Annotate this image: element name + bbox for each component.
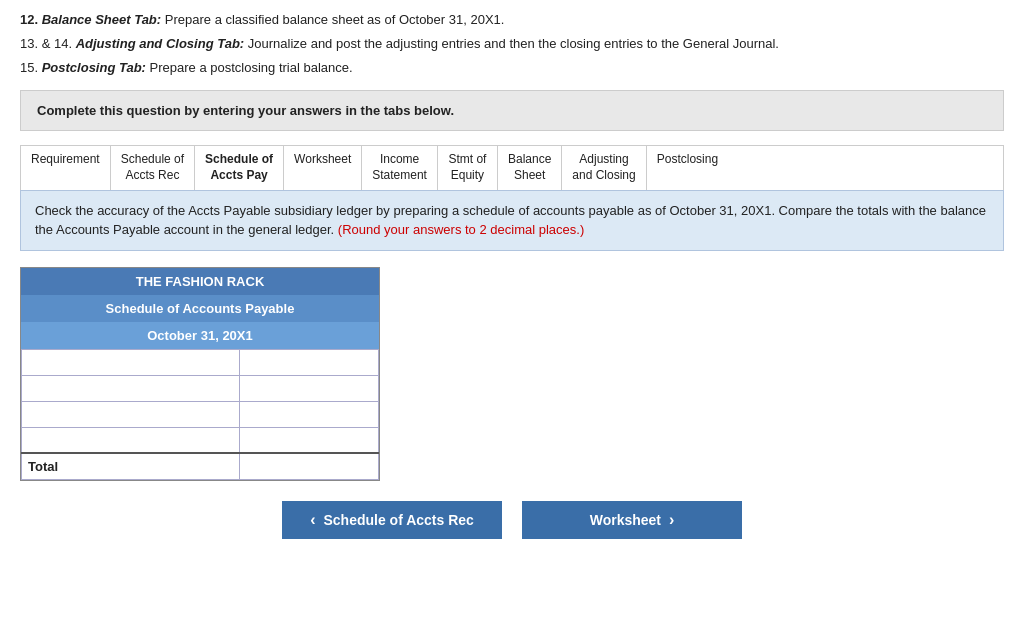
tab-schedule-accts-rec[interactable]: Schedule ofAccts Rec xyxy=(111,146,195,189)
row1-name-input[interactable] xyxy=(28,355,233,370)
prev-arrow-icon: ‹ xyxy=(310,511,315,529)
line12-text: Prepare a classified balance sheet as of… xyxy=(165,12,505,27)
row3-value[interactable] xyxy=(240,401,379,427)
row4-value[interactable] xyxy=(240,427,379,453)
row2-name-input[interactable] xyxy=(28,381,233,396)
tab-requirement[interactable]: Requirement xyxy=(21,146,111,189)
complete-box: Complete this question by entering your … xyxy=(20,90,1004,131)
accounts-payable-table: THE FASHION RACK Schedule of Accounts Pa… xyxy=(20,267,380,481)
line13-num: 13. & 14. xyxy=(20,36,76,51)
table-row xyxy=(22,427,379,453)
line12-tab: Balance Sheet Tab: xyxy=(42,12,161,27)
row1-name[interactable] xyxy=(22,349,240,375)
row4-value-input[interactable] xyxy=(246,432,372,447)
table-subtitle: Schedule of Accounts Payable xyxy=(21,295,379,322)
tab-balance-sheet[interactable]: BalanceSheet xyxy=(498,146,562,189)
complete-box-text: Complete this question by entering your … xyxy=(37,103,454,118)
tab-income-statement[interactable]: IncomeStatement xyxy=(362,146,438,189)
line13-text: Journalize and post the adjusting entrie… xyxy=(244,36,779,51)
table-row xyxy=(22,375,379,401)
line15-num: 15. xyxy=(20,60,42,75)
prev-button-label: Schedule of Accts Rec xyxy=(323,512,473,528)
total-value-input[interactable] xyxy=(246,459,372,474)
row2-name[interactable] xyxy=(22,375,240,401)
row2-value-input[interactable] xyxy=(246,381,372,396)
row1-value[interactable] xyxy=(240,349,379,375)
total-label: Total xyxy=(22,453,240,479)
tab-postclosing[interactable]: Postclosing xyxy=(647,146,728,189)
info-box: Check the accuracy of the Accts Payable … xyxy=(20,190,1004,251)
row3-name[interactable] xyxy=(22,401,240,427)
prev-button[interactable]: ‹ Schedule of Accts Rec xyxy=(282,501,502,539)
table-title: THE FASHION RACK xyxy=(21,268,379,295)
line15-tab: Postclosing Tab: xyxy=(42,60,146,75)
tab-schedule-accts-pay[interactable]: Schedule ofAccts Pay xyxy=(195,146,284,189)
row4-name-input[interactable] xyxy=(28,432,233,447)
tabs-container: Requirement Schedule ofAccts Rec Schedul… xyxy=(20,145,1004,189)
tab-adjusting-closing[interactable]: Adjustingand Closing xyxy=(562,146,646,189)
data-table: Total xyxy=(21,349,379,480)
line15-text: Prepare a postclosing trial balance. xyxy=(146,60,353,75)
row4-name[interactable] xyxy=(22,427,240,453)
table-row xyxy=(22,349,379,375)
next-arrow-icon: › xyxy=(669,511,674,529)
total-row: Total xyxy=(22,453,379,479)
row1-value-input[interactable] xyxy=(246,355,372,370)
row2-value[interactable] xyxy=(240,375,379,401)
info-red-text: (Round your answers to 2 decimal places.… xyxy=(338,222,584,237)
table-row xyxy=(22,401,379,427)
table-date: October 31, 20X1 xyxy=(21,322,379,349)
next-button[interactable]: Worksheet › xyxy=(522,501,742,539)
next-button-label: Worksheet xyxy=(590,512,661,528)
row3-value-input[interactable] xyxy=(246,407,372,422)
instructions: 12. Balance Sheet Tab: Prepare a classif… xyxy=(20,10,1004,78)
tab-worksheet[interactable]: Worksheet xyxy=(284,146,362,189)
tab-stmt-equity[interactable]: Stmt ofEquity xyxy=(438,146,498,189)
bottom-navigation: ‹ Schedule of Accts Rec Worksheet › xyxy=(20,501,1004,539)
line13-tab: Adjusting and Closing Tab: xyxy=(76,36,245,51)
total-value[interactable] xyxy=(240,453,379,479)
row3-name-input[interactable] xyxy=(28,407,233,422)
